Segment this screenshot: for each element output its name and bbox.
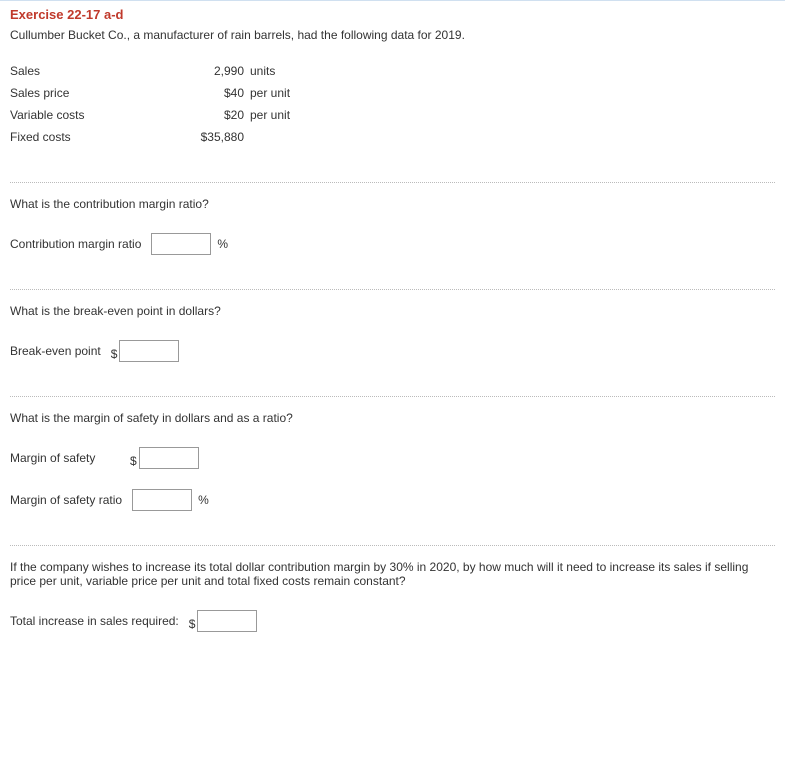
data-unit: units [250,60,330,82]
question-a: What is the contribution margin ratio? [10,197,775,211]
question-c: What is the margin of safety in dollars … [10,411,775,425]
data-value: $40 [170,82,250,104]
section-divider [10,182,775,183]
margin-safety-input[interactable] [139,447,199,469]
data-label: Variable costs [10,104,170,126]
contribution-margin-label: Contribution margin ratio [10,237,141,251]
table-row: Fixed costs $35,880 [10,126,330,148]
dollar-sign: $ [189,617,196,632]
contribution-margin-input[interactable] [151,233,211,255]
data-label: Sales [10,60,170,82]
margin-safety-ratio-label: Margin of safety ratio [10,493,122,507]
exercise-title: Exercise 22-17 a-d [10,7,775,22]
percent-suffix: % [198,493,209,507]
data-unit [250,126,330,148]
dollar-sign: $ [111,347,118,362]
breakeven-input[interactable] [119,340,179,362]
total-increase-label: Total increase in sales required: [10,614,179,628]
section-divider [10,396,775,397]
margin-safety-ratio-input[interactable] [132,489,192,511]
data-label: Fixed costs [10,126,170,148]
total-increase-input[interactable] [197,610,257,632]
breakeven-label: Break-even point [10,344,101,358]
data-value: $20 [170,104,250,126]
data-value: $35,880 [170,126,250,148]
margin-safety-label: Margin of safety [10,451,120,465]
table-row: Sales price $40 per unit [10,82,330,104]
section-divider [10,289,775,290]
exercise-intro: Cullumber Bucket Co., a manufacturer of … [10,28,775,42]
data-unit: per unit [250,82,330,104]
question-b: What is the break-even point in dollars? [10,304,775,318]
percent-suffix: % [217,237,228,251]
data-label: Sales price [10,82,170,104]
table-row: Variable costs $20 per unit [10,104,330,126]
data-value: 2,990 [170,60,250,82]
data-unit: per unit [250,104,330,126]
section-divider [10,545,775,546]
data-table: Sales 2,990 units Sales price $40 per un… [10,60,330,148]
table-row: Sales 2,990 units [10,60,330,82]
dollar-sign: $ [130,454,137,469]
question-d: If the company wishes to increase its to… [10,560,775,588]
